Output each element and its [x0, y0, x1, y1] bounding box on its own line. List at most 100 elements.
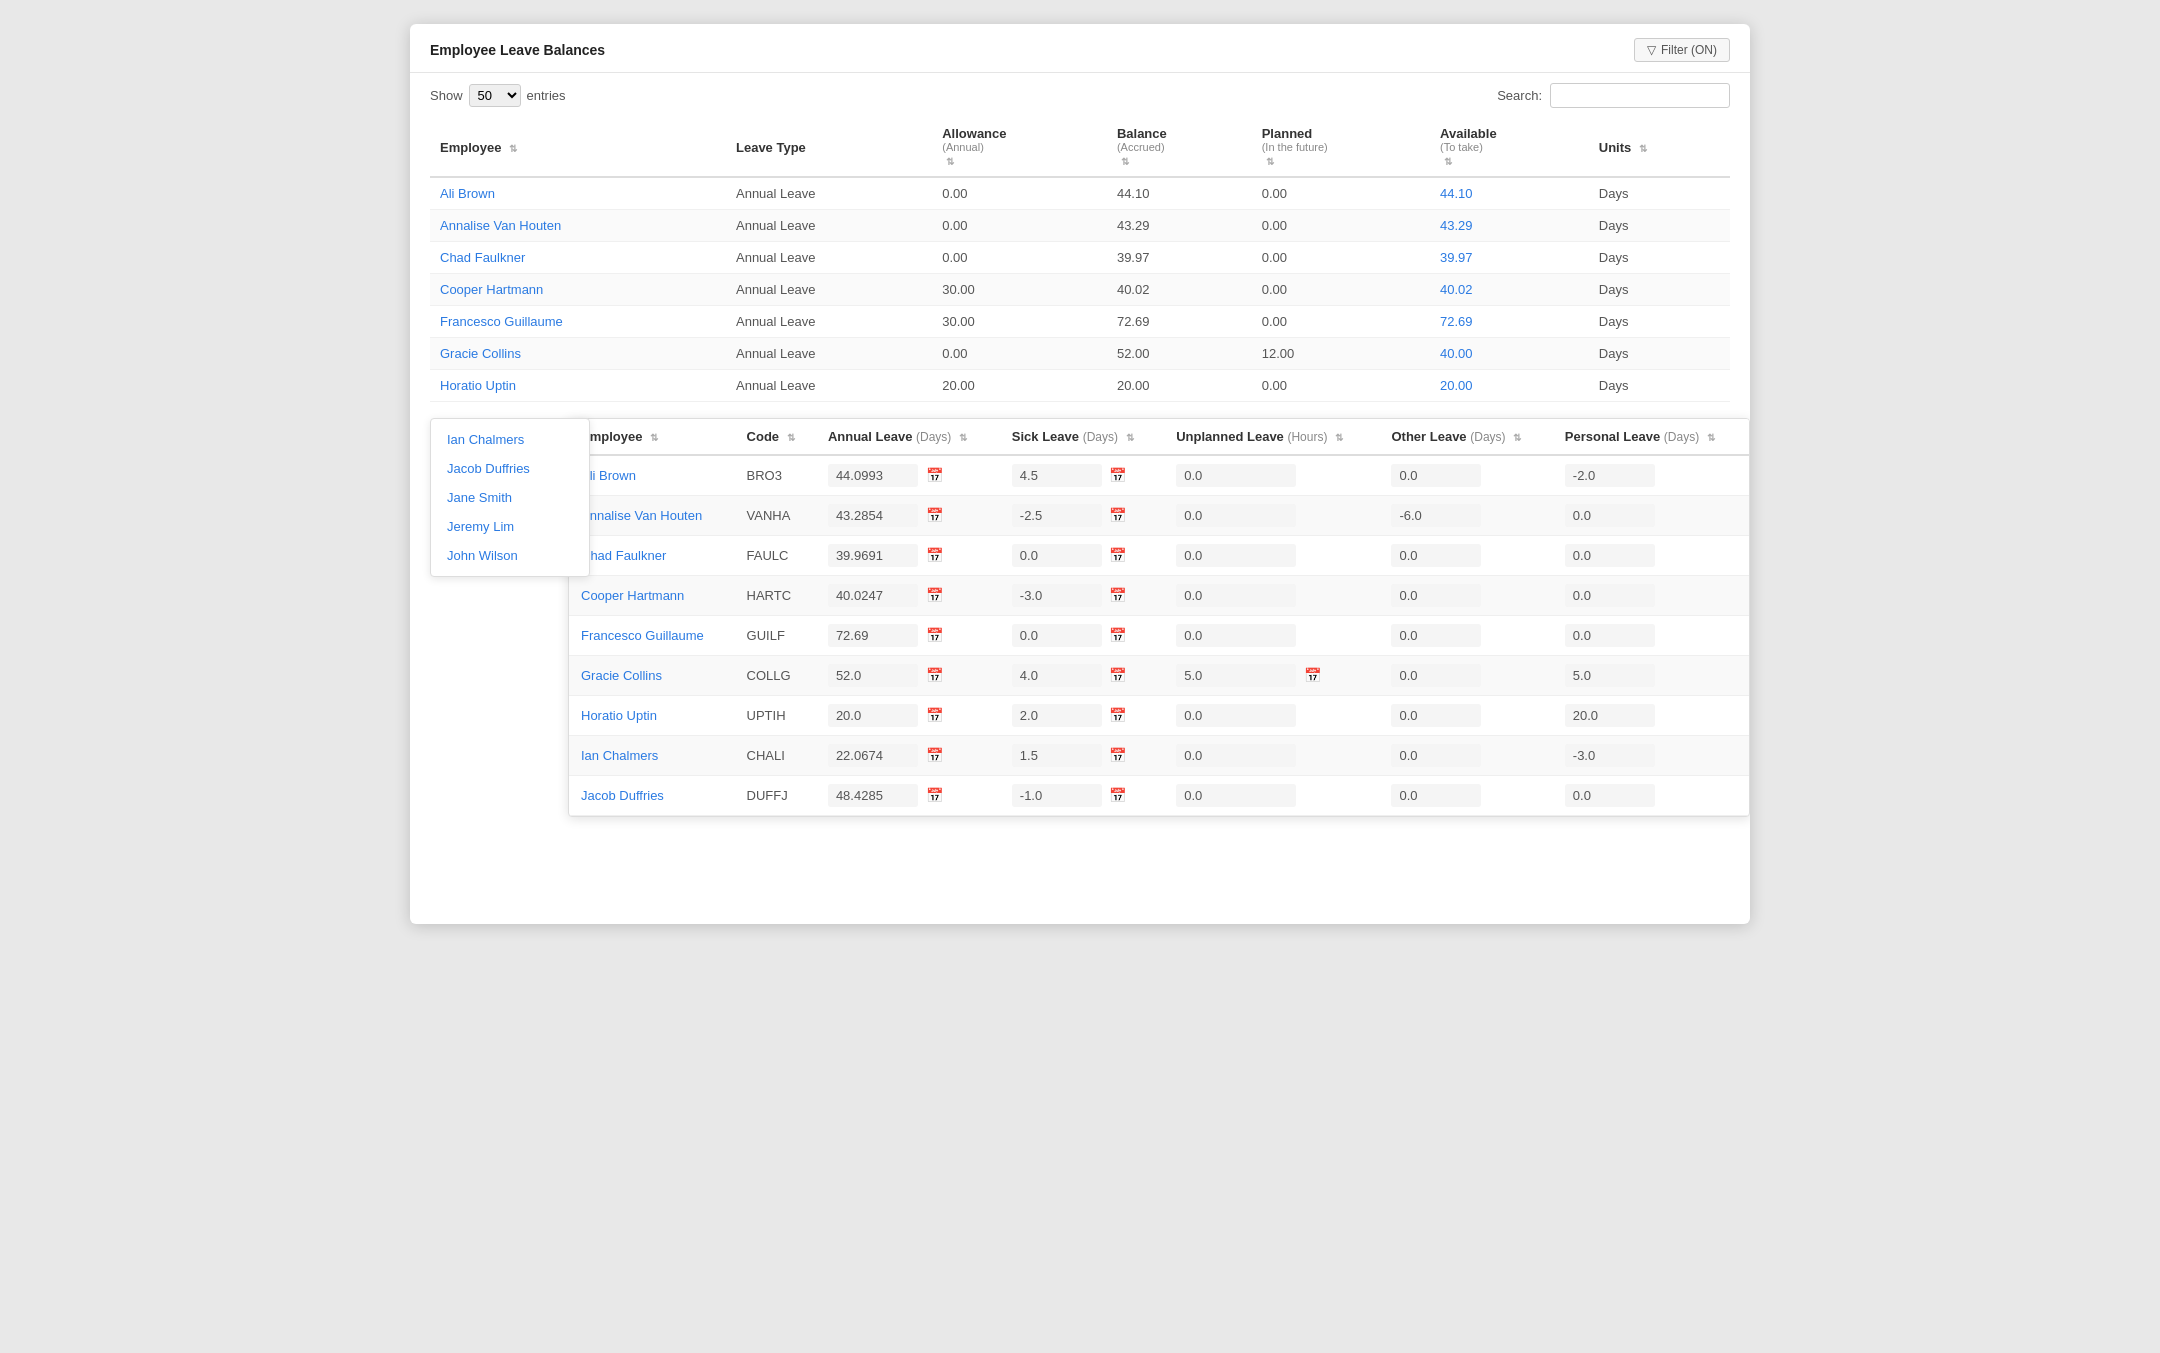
other-leave-input[interactable]	[1391, 504, 1481, 527]
calendar-icon-sick[interactable]: 📅	[1109, 707, 1126, 723]
annual-leave-input[interactable]	[828, 544, 918, 567]
ov-employee-link[interactable]: Ian Chalmers	[581, 748, 658, 763]
personal-leave-input[interactable]	[1565, 624, 1655, 647]
calendar-icon-annual[interactable]: 📅	[926, 787, 943, 803]
calendar-icon-annual[interactable]: 📅	[926, 467, 943, 483]
entries-select[interactable]: 50 25 100	[469, 84, 521, 107]
other-leave-input[interactable]	[1391, 544, 1481, 567]
calendar-icon-unplanned[interactable]: 📅	[1304, 667, 1321, 683]
employee-link[interactable]: Ali Brown	[440, 186, 495, 201]
available-link[interactable]: 20.00	[1440, 378, 1473, 393]
annual-leave-input[interactable]	[828, 664, 918, 687]
ov-employee-link[interactable]: Chad Faulkner	[581, 548, 666, 563]
sort-icon-units[interactable]: ⇅	[1639, 143, 1647, 154]
calendar-icon-annual[interactable]: 📅	[926, 747, 943, 763]
sick-leave-input[interactable]	[1012, 464, 1102, 487]
annual-leave-input[interactable]	[828, 504, 918, 527]
sort-icon-planned[interactable]: ⇅	[1266, 156, 1274, 167]
unplanned-leave-input[interactable]	[1176, 464, 1296, 487]
other-leave-input[interactable]	[1391, 624, 1481, 647]
personal-leave-input[interactable]	[1565, 544, 1655, 567]
employee-link[interactable]: Francesco Guillaume	[440, 314, 563, 329]
ov-employee-link[interactable]: Francesco Guillaume	[581, 628, 704, 643]
annual-leave-input[interactable]	[828, 784, 918, 807]
available-link[interactable]: 43.29	[1440, 218, 1473, 233]
calendar-icon-sick[interactable]: 📅	[1109, 627, 1126, 643]
personal-leave-input[interactable]	[1565, 464, 1655, 487]
calendar-icon-sick[interactable]: 📅	[1109, 787, 1126, 803]
available-link[interactable]: 40.02	[1440, 282, 1473, 297]
sick-leave-input[interactable]	[1012, 544, 1102, 567]
other-leave-input[interactable]	[1391, 664, 1481, 687]
sort-icon-ov-other[interactable]: ⇅	[1513, 432, 1521, 443]
ov-employee-link[interactable]: Cooper Hartmann	[581, 588, 684, 603]
available-link[interactable]: 44.10	[1440, 186, 1473, 201]
employee-link[interactable]: Cooper Hartmann	[440, 282, 543, 297]
sort-icon-ov-sick[interactable]: ⇅	[1126, 432, 1134, 443]
ov-employee-link[interactable]: Jacob Duffries	[581, 788, 664, 803]
sort-icon-employee[interactable]: ⇅	[509, 143, 517, 154]
personal-leave-input[interactable]	[1565, 704, 1655, 727]
sort-icon-ov-unplanned[interactable]: ⇅	[1335, 432, 1343, 443]
annual-leave-input[interactable]	[828, 584, 918, 607]
search-input[interactable]	[1550, 83, 1730, 108]
available-link[interactable]: 72.69	[1440, 314, 1473, 329]
employee-link[interactable]: Annalise Van Houten	[440, 218, 561, 233]
employee-link[interactable]: Chad Faulkner	[440, 250, 525, 265]
calendar-icon-annual[interactable]: 📅	[926, 507, 943, 523]
other-leave-input[interactable]	[1391, 784, 1481, 807]
unplanned-leave-input[interactable]	[1176, 744, 1296, 767]
calendar-icon-annual[interactable]: 📅	[926, 667, 943, 683]
unplanned-leave-input[interactable]	[1176, 504, 1296, 527]
personal-leave-input[interactable]	[1565, 584, 1655, 607]
calendar-icon-sick[interactable]: 📅	[1109, 667, 1126, 683]
personal-leave-input[interactable]	[1565, 784, 1655, 807]
sort-icon-ov-personal[interactable]: ⇅	[1707, 432, 1715, 443]
calendar-icon-annual[interactable]: 📅	[926, 707, 943, 723]
employee-link[interactable]: Horatio Uptin	[440, 378, 516, 393]
unplanned-leave-input[interactable]	[1176, 704, 1296, 727]
employee-link[interactable]: Gracie Collins	[440, 346, 521, 361]
sidebar-item-ian-chalmers[interactable]: Ian Chalmers	[431, 425, 589, 454]
calendar-icon-sick[interactable]: 📅	[1109, 507, 1126, 523]
calendar-icon-annual[interactable]: 📅	[926, 587, 943, 603]
personal-leave-input[interactable]	[1565, 744, 1655, 767]
sidebar-item-jacob-duffries[interactable]: Jacob Duffries	[431, 454, 589, 483]
calendar-icon-annual[interactable]: 📅	[926, 547, 943, 563]
sort-icon-available[interactable]: ⇅	[1444, 156, 1452, 167]
personal-leave-input[interactable]	[1565, 504, 1655, 527]
calendar-icon-sick[interactable]: 📅	[1109, 587, 1126, 603]
ov-employee-link[interactable]: Gracie Collins	[581, 668, 662, 683]
annual-leave-input[interactable]	[828, 464, 918, 487]
ov-employee-link[interactable]: Annalise Van Houten	[581, 508, 702, 523]
annual-leave-input[interactable]	[828, 704, 918, 727]
sort-icon-ov-employee[interactable]: ⇅	[650, 432, 658, 443]
available-link[interactable]: 39.97	[1440, 250, 1473, 265]
calendar-icon-sick[interactable]: 📅	[1109, 467, 1126, 483]
sort-icon-ov-annual[interactable]: ⇅	[959, 432, 967, 443]
sick-leave-input[interactable]	[1012, 664, 1102, 687]
sick-leave-input[interactable]	[1012, 504, 1102, 527]
calendar-icon-sick[interactable]: 📅	[1109, 747, 1126, 763]
sidebar-item-jeremy-lim[interactable]: Jeremy Lim	[431, 512, 589, 541]
filter-button[interactable]: ▽ Filter (ON)	[1634, 38, 1730, 62]
personal-leave-input[interactable]	[1565, 664, 1655, 687]
other-leave-input[interactable]	[1391, 704, 1481, 727]
sick-leave-input[interactable]	[1012, 624, 1102, 647]
other-leave-input[interactable]	[1391, 744, 1481, 767]
sick-leave-input[interactable]	[1012, 784, 1102, 807]
unplanned-leave-input[interactable]	[1176, 544, 1296, 567]
annual-leave-input[interactable]	[828, 744, 918, 767]
unplanned-leave-input[interactable]	[1176, 664, 1296, 687]
unplanned-leave-input[interactable]	[1176, 784, 1296, 807]
sort-icon-ov-code[interactable]: ⇅	[787, 432, 795, 443]
annual-leave-input[interactable]	[828, 624, 918, 647]
sidebar-item-john-wilson[interactable]: John Wilson	[431, 541, 589, 570]
sidebar-item-jane-smith[interactable]: Jane Smith	[431, 483, 589, 512]
sort-icon-allowance[interactable]: ⇅	[946, 156, 954, 167]
calendar-icon-sick[interactable]: 📅	[1109, 547, 1126, 563]
sick-leave-input[interactable]	[1012, 584, 1102, 607]
unplanned-leave-input[interactable]	[1176, 584, 1296, 607]
sort-icon-balance[interactable]: ⇅	[1121, 156, 1129, 167]
other-leave-input[interactable]	[1391, 584, 1481, 607]
